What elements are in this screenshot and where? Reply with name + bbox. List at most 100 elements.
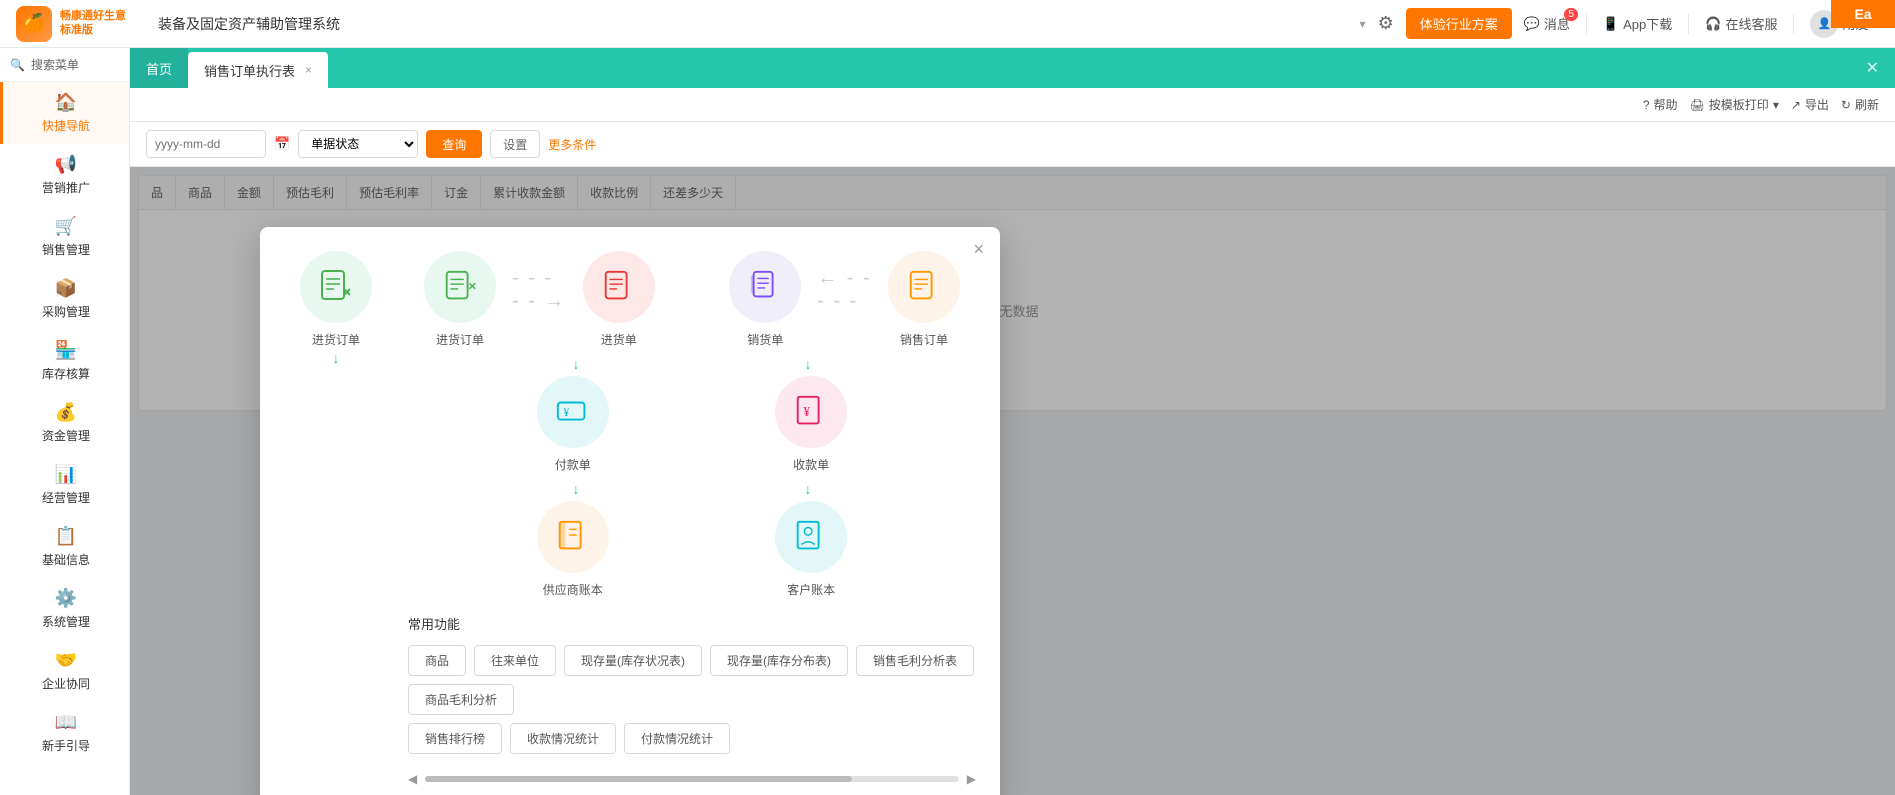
tab-bar-right: ✕: [1866, 58, 1895, 78]
func-btn-receipt-stats[interactable]: 收款情况统计: [510, 723, 616, 754]
func-btn-payment-stats[interactable]: 付款情况统计: [624, 723, 730, 754]
arrow-sales-order-to-bill: ← - - - - -: [817, 267, 872, 313]
flow-node-purchase-order[interactable]: 进货订单: [300, 251, 372, 348]
logo-text: 畅康通好生意 标准版: [60, 10, 126, 36]
basic-icon: 📋: [55, 526, 77, 547]
svg-text:¥: ¥: [563, 407, 569, 419]
tab-close-button[interactable]: ×: [305, 63, 312, 77]
flow-node-payment[interactable]: ¥ 付款单: [537, 376, 609, 473]
download-icon: 📱: [1603, 16, 1619, 32]
sidebar-item-operation[interactable]: 📊 经营管理: [0, 454, 129, 516]
tab-bar: 首页 销售订单执行表 × ✕: [130, 48, 1895, 88]
operation-icon: 📊: [55, 464, 77, 485]
flow-node-supplier-ledger[interactable]: 供应商账本: [537, 501, 609, 598]
query-button[interactable]: 查询: [426, 130, 482, 158]
finance-icon: 💰: [55, 402, 77, 423]
func-btn-product[interactable]: 商品: [408, 645, 466, 676]
scroll-track[interactable]: [425, 776, 959, 782]
func-btn-sales-rank[interactable]: 销售排行榜: [408, 723, 502, 754]
scroll-thumb: [425, 776, 852, 782]
print-button[interactable]: 🖨 按模板打印 ▾: [1690, 96, 1779, 113]
experience-button[interactable]: 体验行业方案: [1406, 8, 1512, 39]
dropdown-arrow-icon[interactable]: ▾: [1360, 17, 1366, 31]
export-button[interactable]: ↗ 导出: [1791, 96, 1829, 113]
func-buttons-row1: 商品 往来单位 现存量(库存状况表) 现存量(库存分布表) 销售毛利分析表 商品…: [408, 645, 976, 715]
sidebar-item-basic[interactable]: 📋 基础信息: [0, 516, 129, 578]
close-all-button[interactable]: ✕: [1866, 60, 1879, 77]
arrow-down-receipt: ↓: [772, 481, 844, 497]
search-icon: 🔍: [10, 58, 25, 72]
modal-close-button[interactable]: ×: [973, 239, 984, 260]
service-icon: 🎧: [1705, 16, 1721, 32]
system-icon: ⚙️: [55, 588, 77, 609]
help-button[interactable]: ? 帮助: [1643, 96, 1678, 113]
sidebar-item-inventory[interactable]: 🏪 库存核算: [0, 330, 129, 392]
app-download-button[interactable]: 📱 App下载: [1603, 14, 1672, 33]
flow-diagram: 进货订单 ↓: [284, 251, 976, 786]
home-icon: 🏠: [55, 92, 77, 113]
calendar-icon: 📅: [274, 136, 290, 152]
func-btn-inventory-status[interactable]: 现存量(库存状况表): [564, 645, 702, 676]
enterprise-icon: 🤝: [55, 650, 77, 671]
status-select[interactable]: 单据状态: [298, 130, 418, 158]
sidebar-item-purchase[interactable]: 📦 采购管理: [0, 268, 129, 330]
scroll-left-icon[interactable]: ◀: [408, 772, 417, 786]
flow-node-customer-ledger[interactable]: 客户账本: [775, 501, 847, 598]
refresh-button[interactable]: ↻ 刷新: [1841, 96, 1879, 113]
more-conditions-link[interactable]: 更多条件: [548, 136, 596, 153]
export-icon: ↗: [1791, 98, 1801, 112]
message-icon: 💬: [1524, 16, 1540, 32]
divider: [1586, 14, 1587, 34]
scroll-right-icon[interactable]: ▶: [967, 772, 976, 786]
flow-node-sales-order[interactable]: 销售订单: [888, 251, 960, 348]
flow-node-receipt[interactable]: ¥ 收款单: [775, 376, 847, 473]
func-btn-inventory-dist[interactable]: 现存量(库存分布表): [710, 645, 848, 676]
common-functions: 常用功能 商品 往来单位 现存量(库存状况表) 现存量(库存分布表) 销售毛利分…: [408, 614, 976, 754]
spacer7: [884, 481, 956, 497]
divider2: [1688, 14, 1689, 34]
filter-bar: 📅 单据状态 查询 设置 更多条件: [130, 122, 1895, 167]
sidebar-item-quick-nav[interactable]: 🏠 快捷导航: [0, 82, 129, 144]
func-btn-partner[interactable]: 往来单位: [474, 645, 556, 676]
tab-home[interactable]: 首页: [130, 48, 188, 88]
customer-ledger-icon: [775, 501, 847, 573]
ea-badge: Ea: [1831, 0, 1895, 28]
settings-button[interactable]: ⚙: [1378, 13, 1394, 34]
flow-node-purchase-order2[interactable]: 进货订单: [424, 251, 496, 348]
message-button[interactable]: 💬 消息 5: [1524, 14, 1570, 33]
online-service-button[interactable]: 🎧 在线客服: [1705, 14, 1777, 33]
spacer5: [428, 481, 500, 497]
sidebar-item-sales[interactable]: 🛒 销售管理: [0, 206, 129, 268]
settings-button-filter[interactable]: 设置: [490, 130, 540, 158]
arrow-down-payment: ↓: [540, 481, 612, 497]
sales-icon: 🛒: [55, 216, 77, 237]
spacer-mid: [652, 356, 732, 372]
sidebar-item-system[interactable]: ⚙️ 系统管理: [0, 578, 129, 640]
sales-order-icon: [888, 251, 960, 323]
tab-sales-order[interactable]: 销售订单执行表 ×: [188, 52, 328, 88]
flow-node-sales-bill[interactable]: 销货单: [729, 251, 801, 348]
page-content: 品 商品 金额 预估毛利 预估毛利率 订金 累计收款金额 收款比例 还差多少天 …: [130, 167, 1895, 795]
search-menu[interactable]: 🔍 搜索菜单: [0, 48, 129, 82]
func-btn-sales-profit[interactable]: 销售毛利分析表: [856, 645, 974, 676]
arrow-down-sales: ↓: [772, 356, 844, 372]
date-start-input[interactable]: [146, 130, 266, 158]
sales-order-tab-label: 销售订单执行表: [204, 61, 295, 80]
purchase-icon: 📦: [55, 278, 77, 299]
sys-title: 装备及固定资产辅助管理系统: [158, 14, 1348, 34]
marketing-icon: 📢: [55, 154, 77, 175]
receipt-icon: ¥: [775, 376, 847, 448]
payment-icon: ¥: [537, 376, 609, 448]
spacer6: [652, 481, 732, 497]
arrow-down-1: ↓: [333, 350, 340, 366]
print-dropdown-icon: ▾: [1773, 98, 1779, 112]
sidebar-item-newbie[interactable]: 📖 新手引导: [0, 702, 129, 764]
flow-node-purchase-bill[interactable]: 进货单: [583, 251, 655, 348]
arrow-purchase-to-bill: - - - - - →: [512, 267, 567, 313]
sidebar-item-marketing[interactable]: 📢 营销推广: [0, 144, 129, 206]
sidebar-item-enterprise[interactable]: 🤝 企业协同: [0, 640, 129, 702]
help-icon: ?: [1643, 98, 1650, 112]
func-btn-product-profit[interactable]: 商品毛利分析: [408, 684, 514, 715]
svg-text:¥: ¥: [804, 404, 811, 419]
sidebar-item-finance[interactable]: 💰 资金管理: [0, 392, 129, 454]
